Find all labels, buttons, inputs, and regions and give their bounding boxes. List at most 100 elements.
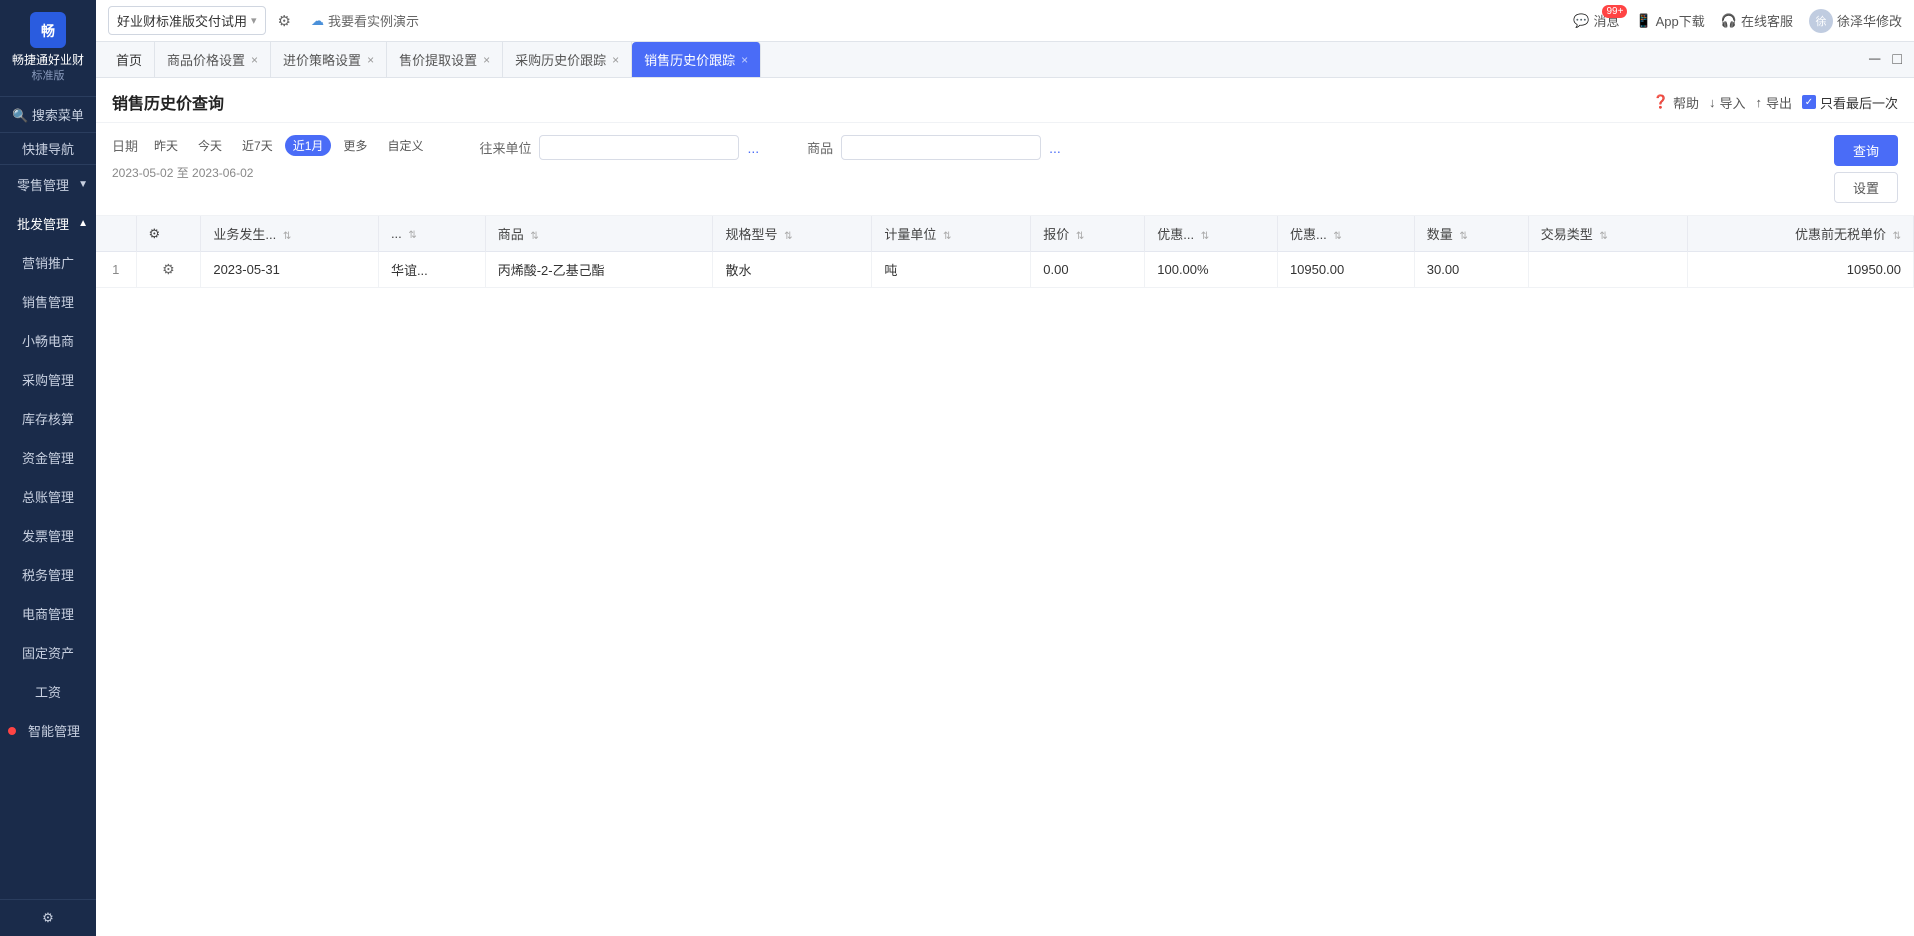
avatar: 徐: [1809, 9, 1833, 33]
from-unit-select-button[interactable]: ...: [747, 140, 759, 156]
minimize-button[interactable]: ─: [1865, 47, 1884, 73]
tab-purchase-strategy[interactable]: 进价策略设置 ×: [271, 42, 387, 78]
mobile-icon: 📱: [1635, 13, 1651, 29]
sidebar-item-search[interactable]: 🔍 搜索菜单: [0, 97, 96, 133]
col-discount-price[interactable]: 优惠... ⇅: [1277, 216, 1414, 252]
sort-icon: ⇅: [283, 231, 291, 242]
sidebar-item-inventory[interactable]: 库存核算: [0, 399, 96, 438]
date-filter: 日期 昨天 今天 近7天 近1月 更多 自定义: [112, 135, 431, 156]
col-spec[interactable]: 规格型号 ⇅: [713, 216, 872, 252]
col-extra[interactable]: ... ⇅: [378, 216, 485, 252]
col-price[interactable]: 报价 ⇅: [1031, 216, 1145, 252]
help-icon: ❓: [1653, 94, 1669, 110]
app-edition: 标准版: [12, 69, 84, 84]
settings-button[interactable]: 设置: [1834, 172, 1898, 203]
filter-area: 日期 昨天 今天 近7天 近1月 更多 自定义 2023-05-02 至 202…: [96, 123, 1914, 216]
product-select-button[interactable]: ...: [1049, 140, 1061, 156]
cell-gear[interactable]: ⚙: [136, 252, 201, 288]
close-icon[interactable]: ×: [483, 53, 490, 67]
checkbox-box: ✓: [1802, 95, 1816, 109]
app-logo-icon: 畅: [30, 12, 66, 48]
sort-icon: ⇅: [1333, 231, 1341, 242]
from-unit-input[interactable]: [539, 135, 739, 160]
date-pills: 昨天 今天 近7天 近1月 更多 自定义: [146, 135, 431, 156]
app-download-button[interactable]: 📱 App下载: [1635, 11, 1704, 30]
sort-icon: ⇅: [1599, 231, 1607, 242]
sidebar-item-sales[interactable]: 销售管理: [0, 282, 96, 321]
sidebar-item-marketing[interactable]: 营销推广: [0, 243, 96, 282]
col-pretax-price[interactable]: 优惠前无税单价 ⇅: [1687, 216, 1913, 252]
cell-quantity: 30.00: [1414, 252, 1528, 288]
page-container: 销售历史价查询 ❓ 帮助 ↓ 导入 ↑ 导出 ✓ 只: [96, 78, 1914, 936]
close-icon[interactable]: ×: [612, 53, 619, 67]
app-name: 畅捷通好业财 标准版: [12, 52, 84, 84]
maximize-button[interactable]: □: [1888, 47, 1906, 73]
table-row: 1 ⚙ 2023-05-31 华谊... 丙烯酸-2-乙基己酯 散水 吨 0.0…: [96, 252, 1914, 288]
export-action[interactable]: ↑ 导出: [1755, 93, 1792, 112]
query-button[interactable]: 查询: [1834, 135, 1898, 166]
cell-product: 丙烯酸-2-乙基己酯: [485, 252, 713, 288]
date-pill-1month[interactable]: 近1月: [285, 135, 332, 156]
close-icon[interactable]: ×: [367, 53, 374, 67]
product-input[interactable]: [841, 135, 1041, 160]
tab-price[interactable]: 商品价格设置 ×: [155, 42, 271, 78]
sidebar-item-ecommerce-small[interactable]: 小畅电商: [0, 321, 96, 360]
sidebar-item-salary[interactable]: 工资: [0, 672, 96, 711]
only-last-checkbox[interactable]: ✓ 只看最后一次: [1802, 93, 1898, 112]
sidebar-item-purchase[interactable]: 采购管理: [0, 360, 96, 399]
sidebar-item-fixed-assets[interactable]: 固定资产: [0, 633, 96, 672]
sidebar-item-invoice[interactable]: 发票管理: [0, 516, 96, 555]
date-label: 日期: [112, 136, 138, 155]
sidebar-item-ecommerce[interactable]: 电商管理: [0, 594, 96, 633]
date-pill-custom[interactable]: 自定义: [379, 135, 431, 156]
product-filter: 商品 ...: [807, 135, 1061, 160]
sidebar-item-wholesale[interactable]: 批发管理 ▲: [0, 204, 96, 243]
main-content: 好业财标准版交付试用 ▾ ⚙ ☁ 我要看实例演示 💬 消息 99+ 📱 App下…: [96, 0, 1914, 936]
sort-icon: ⇅: [1076, 231, 1084, 242]
tab-purchase-history[interactable]: 采购历史价跟踪 ×: [503, 42, 632, 78]
cell-discount-rate: 100.00%: [1145, 252, 1278, 288]
date-pill-7days[interactable]: 近7天: [234, 135, 281, 156]
help-action[interactable]: ❓ 帮助: [1653, 93, 1699, 112]
tab-home[interactable]: 首页: [104, 42, 155, 78]
tab-sale-extract[interactable]: 售价提取设置 ×: [387, 42, 503, 78]
col-discount-rate[interactable]: 优惠... ⇅: [1145, 216, 1278, 252]
sidebar-item-retail[interactable]: 零售管理 ▼: [0, 165, 96, 204]
messages-button[interactable]: 💬 消息 99+: [1573, 11, 1619, 30]
sidebar-logo: 畅 畅捷通好业财 标准版: [0, 0, 96, 97]
col-transaction-type[interactable]: 交易类型 ⇅: [1528, 216, 1687, 252]
sidebar-item-quick-nav[interactable]: 快捷导航: [0, 133, 96, 165]
sidebar-item-tax[interactable]: 税务管理: [0, 555, 96, 594]
date-pill-today[interactable]: 今天: [190, 135, 230, 156]
message-icon: 💬: [1573, 13, 1589, 29]
topbar: 好业财标准版交付试用 ▾ ⚙ ☁ 我要看实例演示 💬 消息 99+ 📱 App下…: [96, 0, 1914, 42]
demo-link[interactable]: ☁ 我要看实例演示: [311, 11, 419, 30]
close-icon[interactable]: ×: [251, 53, 258, 67]
col-product[interactable]: 商品 ⇅: [485, 216, 713, 252]
from-unit-label: 往来单位: [479, 138, 531, 157]
close-icon[interactable]: ×: [741, 53, 748, 67]
col-date[interactable]: 业务发生... ⇅: [201, 216, 379, 252]
col-index: [96, 216, 136, 252]
sidebar-settings-button[interactable]: ⚙: [0, 899, 96, 936]
date-pill-more[interactable]: 更多: [335, 135, 375, 156]
sidebar-item-smart[interactable]: 智能管理: [0, 711, 96, 750]
edition-selector[interactable]: 好业财标准版交付试用 ▾: [108, 6, 266, 35]
check-icon: ✓: [1805, 97, 1813, 108]
sidebar-item-finance[interactable]: 资金管理: [0, 438, 96, 477]
online-service-button[interactable]: 🎧 在线客服: [1721, 11, 1793, 30]
tab-sale-history[interactable]: 销售历史价跟踪 ×: [632, 42, 761, 78]
sidebar-item-general-ledger[interactable]: 总账管理: [0, 477, 96, 516]
filter-buttons: 查询 设置: [1834, 135, 1898, 203]
col-quantity[interactable]: 数量 ⇅: [1414, 216, 1528, 252]
col-unit[interactable]: 计量单位 ⇅: [872, 216, 1031, 252]
date-range-display: 2023-05-02 至 2023-06-02: [112, 164, 431, 181]
date-pill-yesterday[interactable]: 昨天: [146, 135, 186, 156]
import-action[interactable]: ↓ 导入: [1709, 93, 1746, 112]
from-unit-filter: 往来单位 ...: [479, 135, 759, 160]
topbar-right: 💬 消息 99+ 📱 App下载 🎧 在线客服 徐 徐泽华修改: [1573, 9, 1902, 33]
gear-icon[interactable]: ⚙: [149, 226, 161, 241]
tab-bar: 首页 商品价格设置 × 进价策略设置 × 售价提取设置 × 采购历史价跟踪 × …: [96, 42, 1914, 78]
topbar-gear-button[interactable]: ⚙: [274, 8, 295, 34]
user-menu[interactable]: 徐 徐泽华修改: [1809, 9, 1902, 33]
